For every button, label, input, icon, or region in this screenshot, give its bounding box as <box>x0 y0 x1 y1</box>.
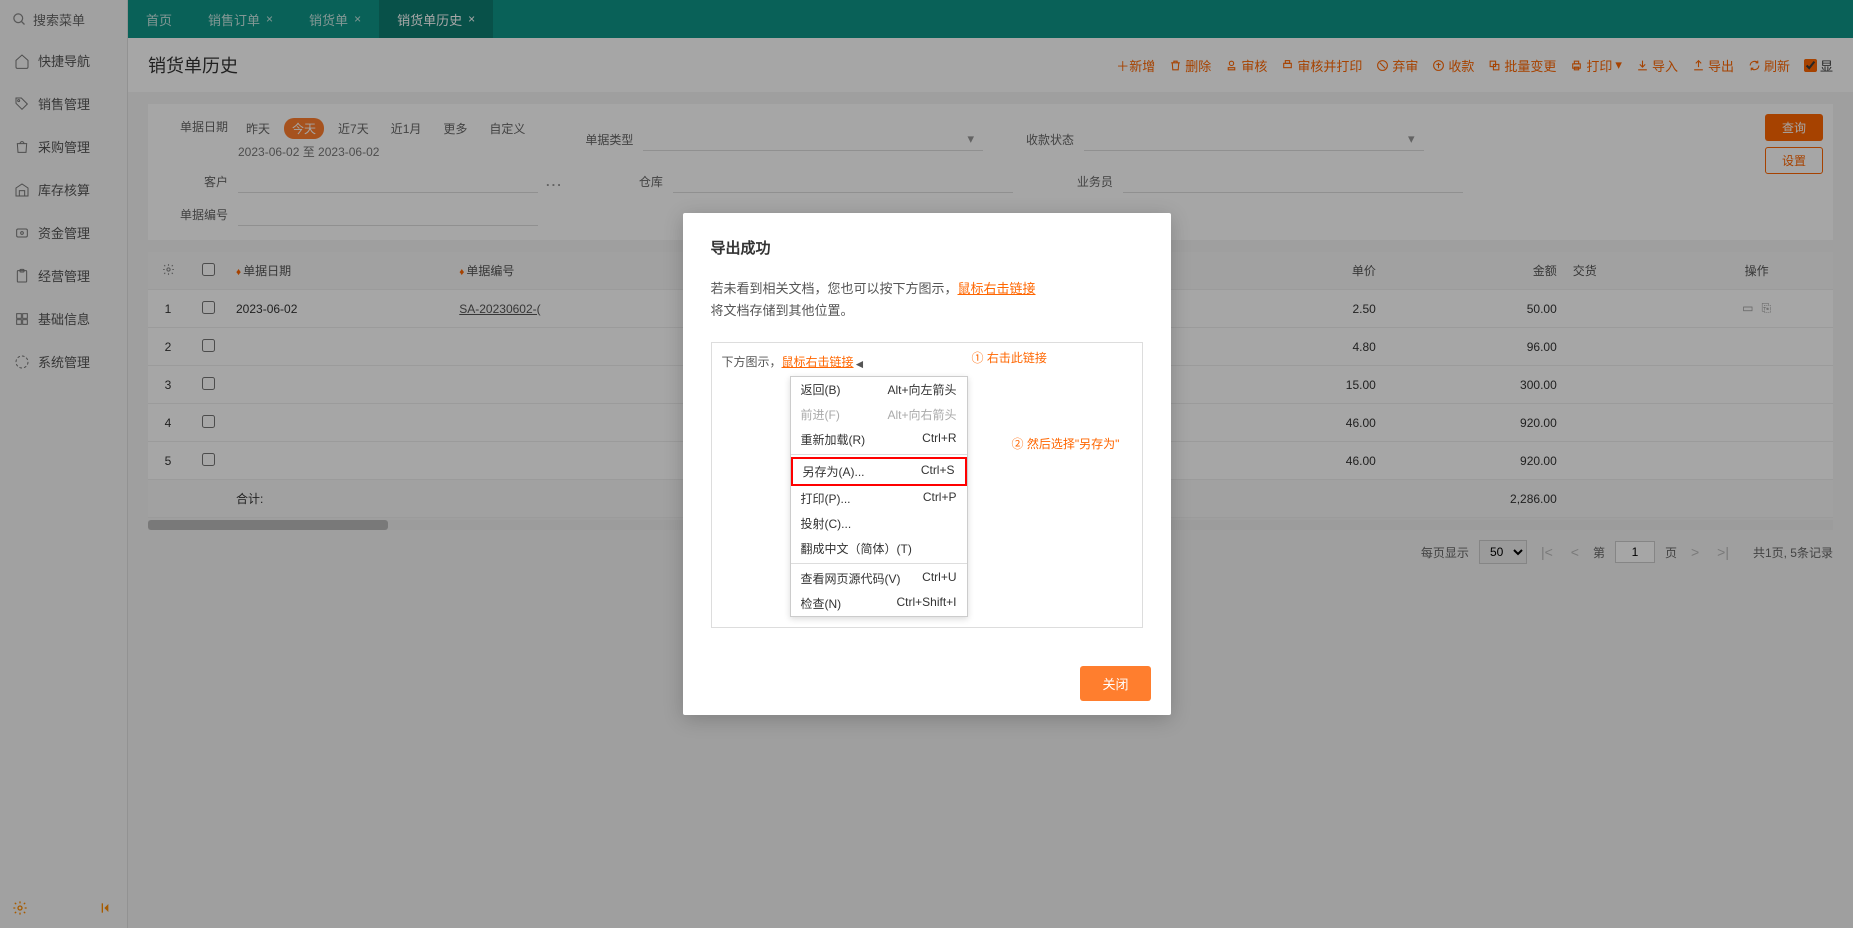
annotation-1: ① 右击此链接 <box>972 349 1047 366</box>
ctx-menu-item: 翻成中文（简体）(T) <box>791 536 967 561</box>
export-success-modal: 导出成功 若未看到相关文档，您也可以按下方图示，鼠标右击链接 将文档存储到其他位… <box>683 213 1171 715</box>
right-click-link[interactable]: 鼠标右击链接 <box>958 281 1036 296</box>
ctx-menu-item: 另存为(A)...Ctrl+S <box>791 457 967 486</box>
context-menu-illustration: 返回(B)Alt+向左箭头前进(F)Alt+向右箭头重新加载(R)Ctrl+R 另… <box>790 376 968 617</box>
modal-close-button[interactable]: 关闭 <box>1080 666 1150 701</box>
modal-title: 导出成功 <box>711 237 1143 258</box>
ctx-menu-item: 检查(N)Ctrl+Shift+I <box>791 591 967 616</box>
ctx-menu-item: 打印(P)...Ctrl+P <box>791 486 967 511</box>
ctx-menu-item: 返回(B)Alt+向左箭头 <box>791 377 967 402</box>
ctx-menu-item: 投射(C)... <box>791 511 967 536</box>
ctx-menu-item: 重新加载(R)Ctrl+R <box>791 427 967 452</box>
annotation-2: ② 然后选择"另存为" <box>1012 435 1120 452</box>
modal-description: 若未看到相关文档，您也可以按下方图示，鼠标右击链接 将文档存储到其他位置。 <box>711 278 1143 322</box>
instruction-image: 下方图示，鼠标右击链接◄ ① 右击此链接 返回(B)Alt+向左箭头前进(F)A… <box>711 342 1143 628</box>
ctx-menu-item: 前进(F)Alt+向右箭头 <box>791 402 967 427</box>
ctx-menu-item: 查看网页源代码(V)Ctrl+U <box>791 566 967 591</box>
modal-overlay: 导出成功 若未看到相关文档，您也可以按下方图示，鼠标右击链接 将文档存储到其他位… <box>0 0 1853 928</box>
